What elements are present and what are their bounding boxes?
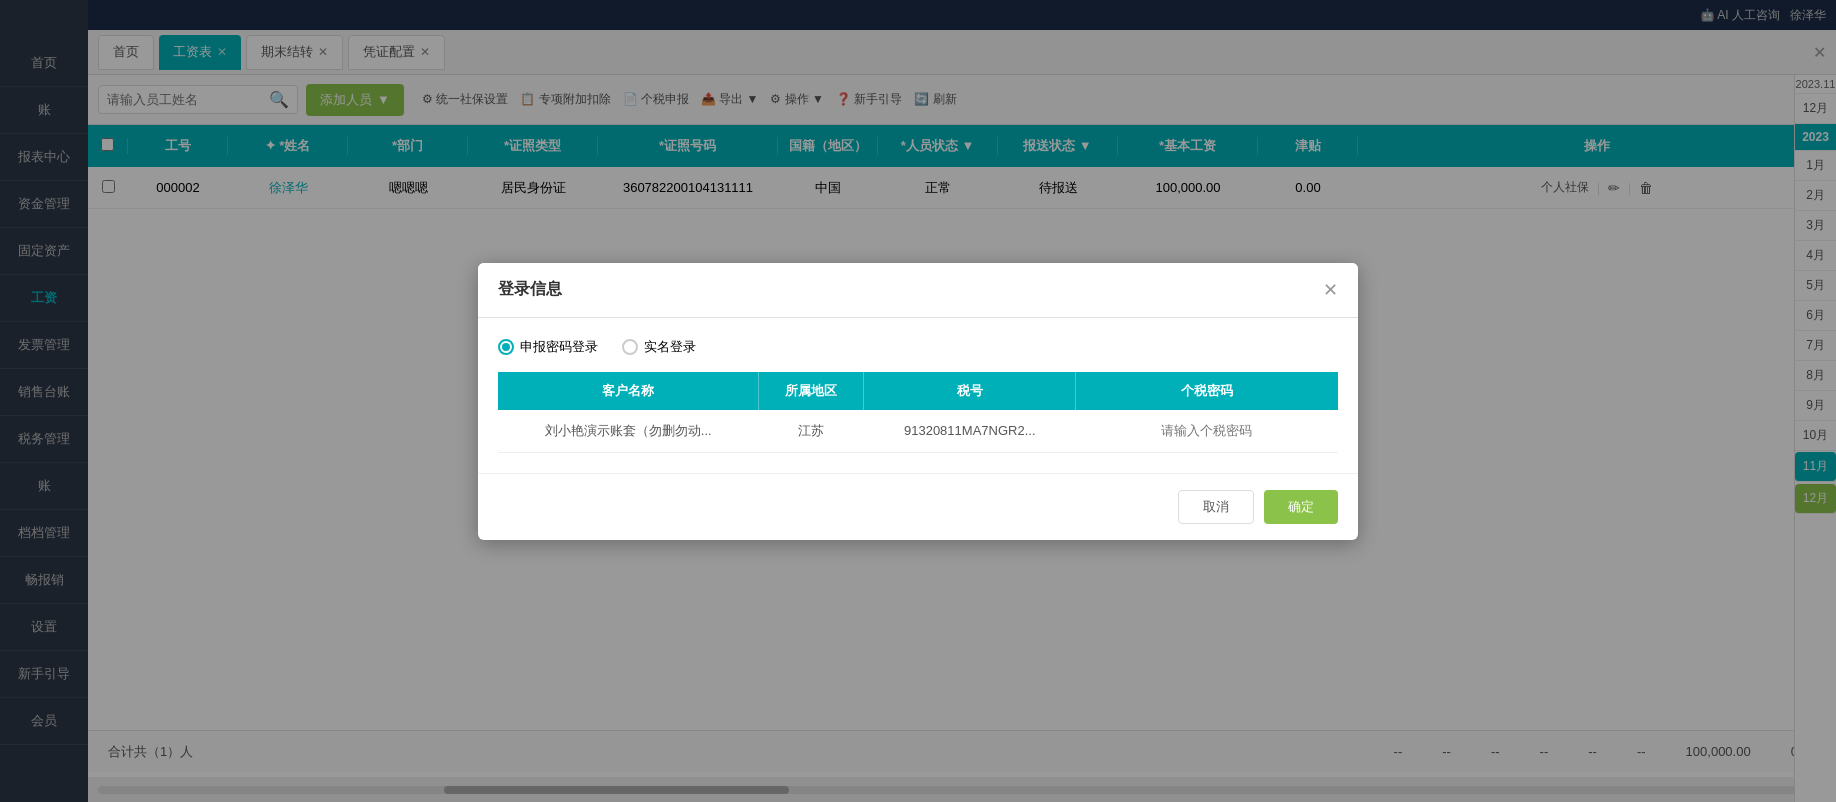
td-tax-no: 91320811MA7NGR2... (864, 410, 1076, 453)
confirm-button[interactable]: 确定 (1264, 490, 1338, 524)
login-table-row: 刘小艳演示账套（勿删勿动... 江苏 91320811MA7NGR2... (498, 410, 1338, 453)
modal-overlay: 登录信息 ✕ 申报密码登录 实名登录 (0, 0, 1836, 802)
td-region: 江苏 (759, 410, 864, 453)
modal-title: 登录信息 (498, 279, 562, 300)
tax-password-input[interactable] (1088, 423, 1326, 438)
cancel-button[interactable]: 取消 (1178, 490, 1254, 524)
td-tax-password[interactable] (1076, 410, 1338, 453)
radio-password-circle (498, 339, 514, 355)
th-tax-no: 税号 (864, 372, 1076, 410)
login-type-radio-group: 申报密码登录 实名登录 (498, 338, 1338, 356)
login-modal: 登录信息 ✕ 申报密码登录 实名登录 (478, 263, 1358, 540)
radio-password-label: 申报密码登录 (520, 338, 598, 356)
modal-close-button[interactable]: ✕ (1323, 279, 1338, 301)
radio-realname-circle (622, 339, 638, 355)
login-table: 客户名称 所属地区 税号 个税密码 刘小艳演示账套（勿删勿动... 江苏 913… (498, 372, 1338, 453)
th-client-name: 客户名称 (498, 372, 759, 410)
modal-footer: 取消 确定 (478, 473, 1358, 540)
modal-header: 登录信息 ✕ (478, 263, 1358, 318)
td-client-name: 刘小艳演示账套（勿删勿动... (498, 410, 759, 453)
modal-body: 申报密码登录 实名登录 客户名称 所属地区 税号 个税密码 (478, 318, 1358, 473)
radio-password-login[interactable]: 申报密码登录 (498, 338, 598, 356)
radio-realname-label: 实名登录 (644, 338, 696, 356)
th-region: 所属地区 (759, 372, 864, 410)
th-tax-password: 个税密码 (1076, 372, 1338, 410)
radio-password-dot (502, 343, 510, 351)
radio-realname-login[interactable]: 实名登录 (622, 338, 696, 356)
